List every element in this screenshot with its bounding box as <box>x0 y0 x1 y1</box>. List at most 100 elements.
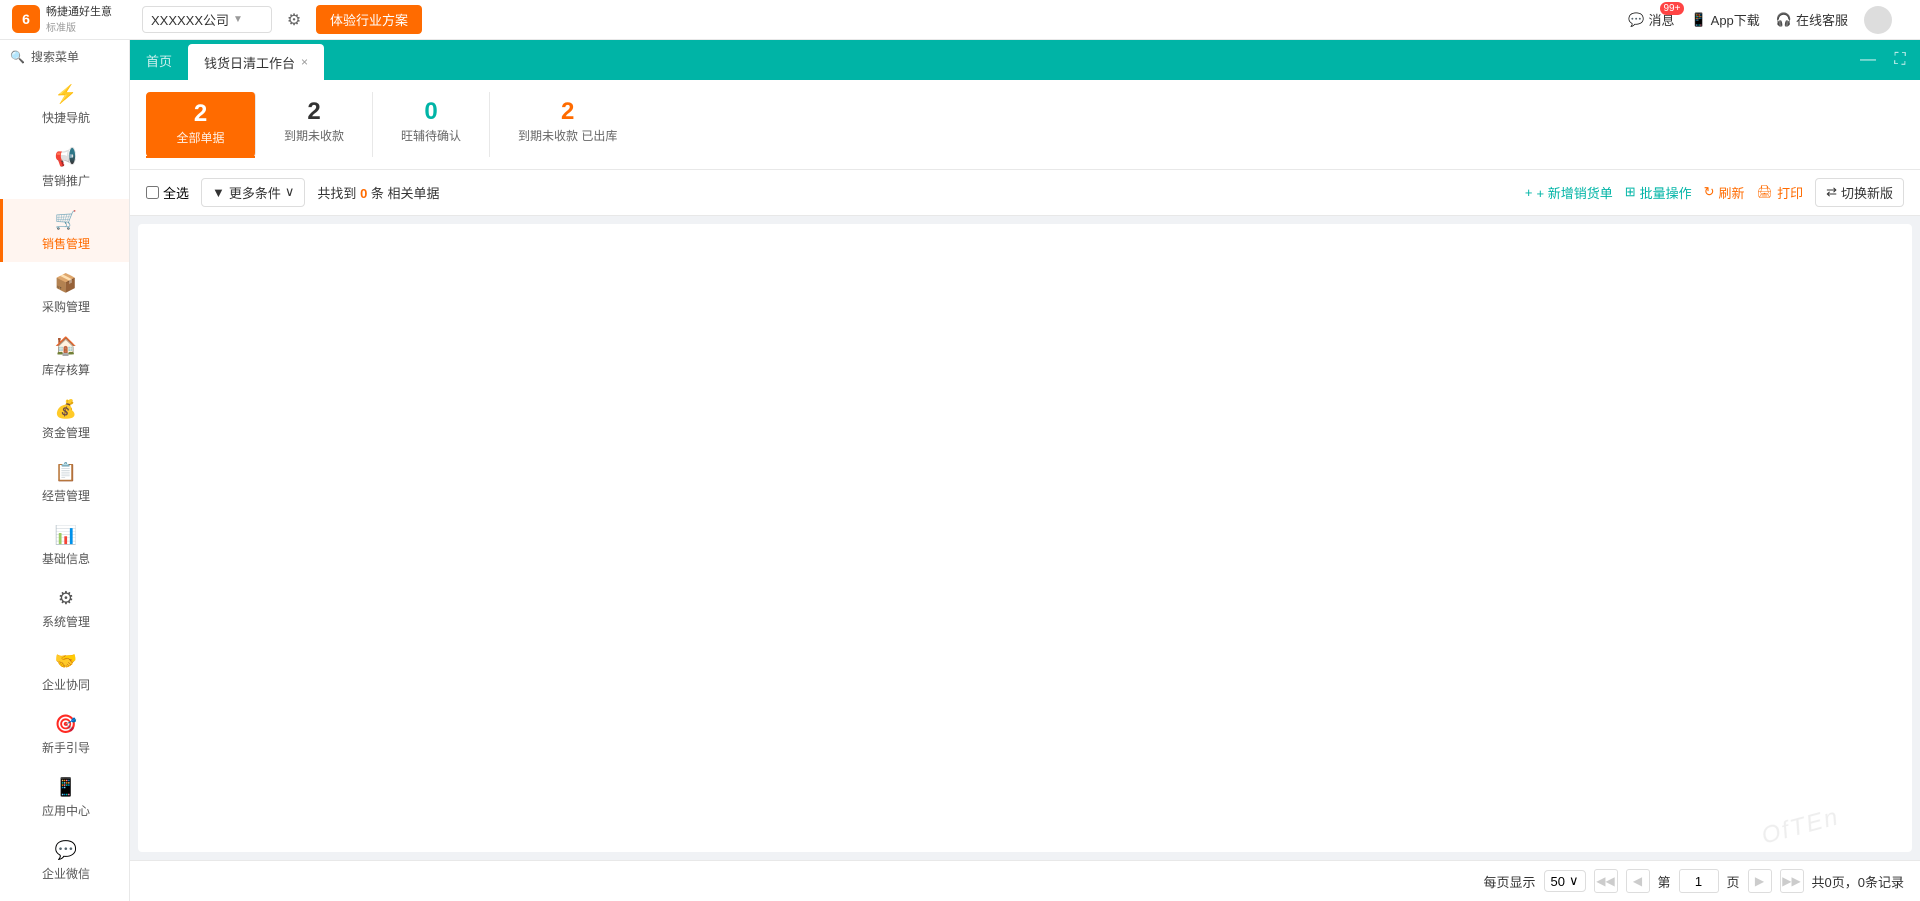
per-page-chevron-icon: ∨ <box>1569 873 1579 889</box>
page-number-input[interactable] <box>1679 869 1719 893</box>
card-all[interactable]: 2 全部单据 <box>146 92 256 157</box>
maximize-window-icon[interactable]: ⛶ <box>1888 48 1912 72</box>
inventory-label: 库存核算 <box>42 361 90 378</box>
operations-icon: 📋 <box>55 461 77 483</box>
sidebar-item-apps[interactable]: 📱 应用中心 <box>0 766 129 829</box>
message-area[interactable]: 💬 消息 99+ <box>1628 10 1674 29</box>
next-page-button[interactable]: ▶ <box>1748 869 1772 893</box>
sidebar-item-system[interactable]: ⚙ 系统管理 <box>0 577 129 640</box>
page-prefix: 第 <box>1658 872 1671 891</box>
sidebar-item-wechat[interactable]: 💬 企业微信 <box>0 829 129 892</box>
sidebar-item-quick-nav[interactable]: ⚡ 快捷导航 <box>0 73 129 136</box>
online-service-link[interactable]: 🎧 在线客服 <box>1776 10 1848 29</box>
tab-bar: 首页 钱货日清工作台 × — ⛶ <box>130 40 1920 80</box>
wechat-label: 企业微信 <box>42 865 90 882</box>
app-version: 标准版 <box>46 19 112 34</box>
inventory-icon: 🏠 <box>55 335 77 357</box>
minimize-window-icon[interactable]: — <box>1856 48 1880 72</box>
logo-area: 6 畅捷通好生意 标准版 <box>12 5 142 34</box>
select-all-input[interactable] <box>146 186 159 199</box>
guide-label: 新手引导 <box>42 739 90 756</box>
logo-icon: 6 <box>12 5 40 33</box>
first-page-button[interactable]: ◀◀ <box>1594 869 1618 893</box>
new-sale-label: + 新增销货单 <box>1536 183 1612 202</box>
basic-icon: 📊 <box>55 524 77 546</box>
card-all-label: 全部单据 <box>176 130 224 147</box>
print-label: 打印 <box>1777 183 1803 202</box>
avatar[interactable] <box>1864 6 1892 34</box>
header-right: 💬 消息 99+ 📱 App下载 🎧 在线客服 <box>1628 6 1908 34</box>
per-page-label: 每页显示 <box>1484 872 1536 891</box>
per-page-selector[interactable]: 50 ∨ <box>1544 870 1586 892</box>
app-name: 畅捷通好生意 <box>46 5 112 19</box>
search-menu-label: 搜索菜单 <box>31 48 79 65</box>
switch-icon: ⇄ <box>1826 184 1837 200</box>
batch-operation-button[interactable]: ⊞ 批量操作 <box>1625 183 1692 202</box>
sidebar-item-sales[interactable]: 🛒 销售管理 <box>0 199 129 262</box>
quick-nav-icon: ⚡ <box>55 83 77 105</box>
total-records-info: 共0页，0条记录 <box>1812 872 1904 891</box>
sidebar-item-member[interactable]: 👑 畅会员 <box>0 892 129 901</box>
sidebar-item-inventory[interactable]: 🏠 库存核算 <box>0 325 129 388</box>
filter-label: 更多条件 <box>229 183 281 202</box>
card-shipped-label: 到期未收款 已出库 <box>518 128 617 145</box>
found-text: 共找到 0 条 相关单据 <box>317 183 439 202</box>
operations-label: 经营管理 <box>42 487 90 504</box>
sidebar-item-operations[interactable]: 📋 经营管理 <box>0 451 129 514</box>
app-download-link[interactable]: 📱 App下载 <box>1690 10 1759 29</box>
batch-label: 批量操作 <box>1640 183 1692 202</box>
filter-button[interactable]: ▼ 更多条件 ∨ <box>201 178 305 207</box>
chevron-down-icon: ▼ <box>233 14 243 25</box>
refresh-button[interactable]: ↻ 刷新 <box>1704 183 1745 202</box>
app-download-label: App下载 <box>1711 10 1760 29</box>
sidebar-item-marketing[interactable]: 📢 营销推广 <box>0 136 129 199</box>
close-tab-icon[interactable]: × <box>301 55 308 69</box>
page-content: 2 全部单据 2 到期未收款 0 旺辅待确认 2 到期未收款 已出库 <box>130 80 1920 901</box>
mobile-icon: 📱 <box>1690 12 1706 28</box>
purchase-icon: 📦 <box>55 272 77 294</box>
quick-nav-label: 快捷导航 <box>42 109 90 126</box>
system-icon: ⚙ <box>55 587 77 609</box>
sidebar-item-purchase[interactable]: 📦 采购管理 <box>0 262 129 325</box>
tab-workbench-label: 钱货日清工作台 <box>204 53 295 72</box>
select-all-checkbox[interactable]: 全选 <box>146 183 189 202</box>
filter-icon: ▼ <box>212 185 225 200</box>
prev-page-button[interactable]: ◀ <box>1626 869 1650 893</box>
sidebar-item-finance[interactable]: 💰 资金管理 <box>0 388 129 451</box>
switch-version-button[interactable]: ⇄ 切换新版 <box>1815 178 1904 207</box>
online-service-label: 在线客服 <box>1796 10 1848 29</box>
last-page-button[interactable]: ▶▶ <box>1780 869 1804 893</box>
new-sale-button[interactable]: + + 新增销货单 <box>1525 183 1613 202</box>
card-pending-confirm[interactable]: 0 旺辅待确认 <box>373 92 490 157</box>
tab-workbench[interactable]: 钱货日清工作台 × <box>188 44 324 80</box>
tab-controls: — ⛶ <box>1856 40 1920 80</box>
search-menu-btn[interactable]: 🔍 搜索菜单 <box>0 40 129 73</box>
tab-home[interactable]: 首页 <box>130 40 188 80</box>
finance-icon: 💰 <box>55 398 77 420</box>
trial-button[interactable]: 体验行业方案 <box>316 5 422 34</box>
page-suffix: 页 <box>1727 872 1740 891</box>
headset-icon: 🎧 <box>1776 12 1792 28</box>
card-overdue-shipped[interactable]: 2 到期未收款 已出库 <box>490 92 645 157</box>
main-layout: 🔍 搜索菜单 ⚡ 快捷导航 📢 营销推广 🛒 销售管理 📦 采购管理 🏠 库存核… <box>0 40 1920 901</box>
batch-icon: ⊞ <box>1625 184 1636 200</box>
marketing-icon: 📢 <box>55 146 77 168</box>
table-area <box>138 224 1912 852</box>
company-selector[interactable]: XXXXXX公司 ▼ <box>142 6 272 33</box>
card-overdue-uncollected[interactable]: 2 到期未收款 <box>256 92 373 157</box>
sidebar-item-cooperation[interactable]: 🤝 企业协同 <box>0 640 129 703</box>
toolbar: 全选 ▼ 更多条件 ∨ 共找到 0 条 相关单据 + + 新增销货单 <box>130 170 1920 216</box>
apps-label: 应用中心 <box>42 802 90 819</box>
print-button[interactable]: 🖨 打印 <box>1757 183 1804 202</box>
pagination: 每页显示 50 ∨ ◀◀ ◀ 第 页 ▶ ▶▶ 共0页，0条记录 <box>130 860 1920 901</box>
wechat-icon: 💬 <box>55 839 77 861</box>
sidebar-item-basic[interactable]: 📊 基础信息 <box>0 514 129 577</box>
sidebar-items: ⚡ 快捷导航 📢 营销推广 🛒 销售管理 📦 采购管理 🏠 库存核算 💰 资金管… <box>0 73 129 901</box>
found-suffix: 条 相关单据 <box>371 186 440 201</box>
company-name: XXXXXX公司 <box>151 10 229 29</box>
message-icon: 💬 <box>1628 12 1644 28</box>
content-area: 首页 钱货日清工作台 × — ⛶ 2 全部单据 2 到期未收款 <box>130 40 1920 901</box>
guide-icon: 🎯 <box>55 713 77 735</box>
sidebar-item-guide[interactable]: 🎯 新手引导 <box>0 703 129 766</box>
settings-icon[interactable]: ⚙ <box>280 6 308 34</box>
